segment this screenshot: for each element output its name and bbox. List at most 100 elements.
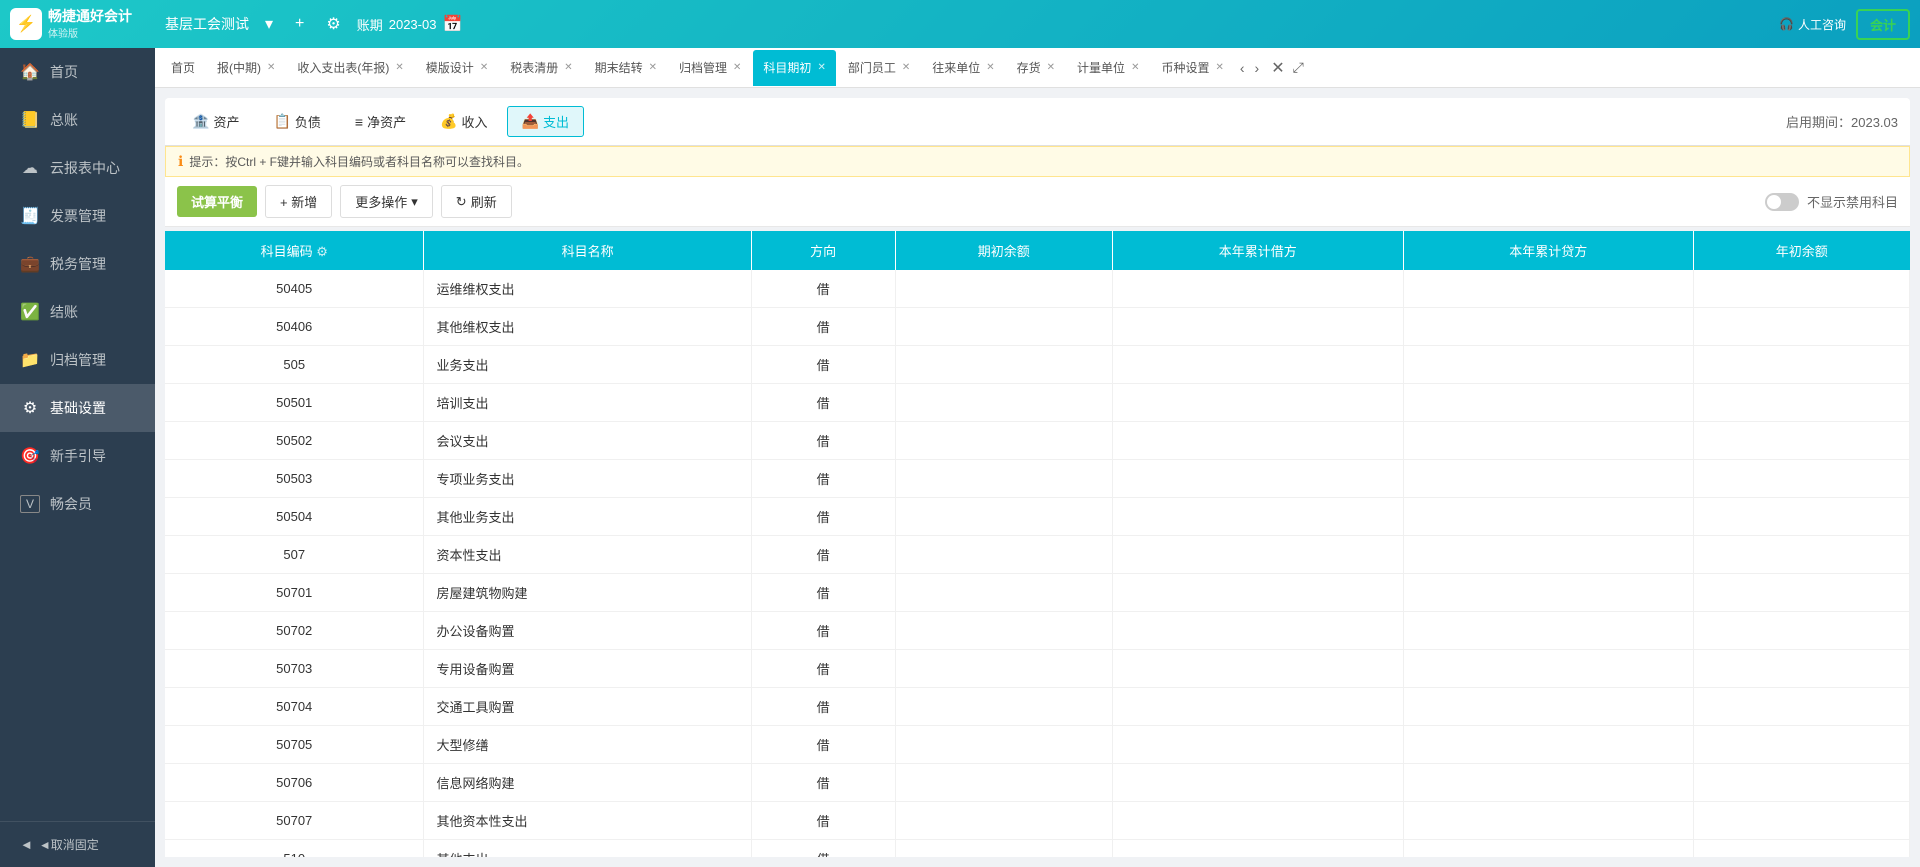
table-row[interactable]: 505 业务支出 借 bbox=[165, 346, 1910, 384]
invoice-icon: 🧾 bbox=[20, 206, 40, 226]
table-row[interactable]: 50406 其他维权支出 借 bbox=[165, 308, 1910, 346]
tab-close-template[interactable]: ✕ bbox=[480, 62, 488, 73]
tab-template[interactable]: 模版设计 ✕ bbox=[416, 50, 498, 86]
tab-close-contacts[interactable]: ✕ bbox=[986, 62, 994, 73]
tab-inventory[interactable]: 存货 ✕ bbox=[1007, 50, 1065, 86]
sidebar-item-archive[interactable]: 📁 归档管理 bbox=[0, 336, 155, 384]
company-dropdown-btn[interactable]: ▾ bbox=[259, 12, 279, 36]
cell-code: 510 bbox=[165, 840, 424, 858]
sidebar-item-guide[interactable]: 🎯 新手引导 bbox=[0, 432, 155, 480]
cell-code: 50705 bbox=[165, 726, 424, 764]
sub-tab-income[interactable]: 💰 收入 bbox=[425, 106, 502, 137]
sidebar-item-ledger[interactable]: 📒 总账 bbox=[0, 96, 155, 144]
cell-dir: 借 bbox=[751, 612, 895, 650]
sidebar-item-tax[interactable]: 💼 税务管理 bbox=[0, 240, 155, 288]
cell-year-opening bbox=[1694, 840, 1910, 858]
refresh-btn[interactable]: ↻ 刷新 bbox=[441, 185, 512, 218]
table-row[interactable]: 50504 其他业务支出 借 bbox=[165, 498, 1910, 536]
tab-next-btn[interactable]: › bbox=[1251, 56, 1264, 80]
tab-close-report-mid[interactable]: ✕ bbox=[267, 62, 275, 73]
tab-report-mid[interactable]: 报(中期) ✕ bbox=[207, 50, 285, 86]
cell-opening-balance bbox=[895, 384, 1112, 422]
cell-opening-balance bbox=[895, 802, 1112, 840]
cell-ytd-credit bbox=[1403, 498, 1694, 536]
tab-close-dept-staff[interactable]: ✕ bbox=[902, 62, 910, 73]
more-ops-btn[interactable]: 更多操作 ▾ bbox=[340, 185, 433, 218]
tab-close-all-btn[interactable]: ✕ bbox=[1265, 56, 1290, 80]
tab-filing[interactable]: 归档管理 ✕ bbox=[669, 50, 751, 86]
tab-subject-init[interactable]: 科目期初 ✕ bbox=[753, 50, 835, 86]
tab-currency[interactable]: 币种设置 ✕ bbox=[1151, 50, 1233, 86]
table-row[interactable]: 50501 培训支出 借 bbox=[165, 384, 1910, 422]
tab-close-subject-init[interactable]: ✕ bbox=[817, 62, 825, 73]
table-row[interactable]: 50701 房屋建筑物购建 借 bbox=[165, 574, 1910, 612]
table-row[interactable]: 50704 交通工具购置 借 bbox=[165, 688, 1910, 726]
cell-code: 50706 bbox=[165, 764, 424, 802]
app-logo-icon: ⚡ bbox=[10, 8, 42, 40]
sub-tab-label-income: 收入 bbox=[462, 112, 488, 131]
add-company-btn[interactable]: + bbox=[289, 13, 310, 35]
tab-close-currency[interactable]: ✕ bbox=[1215, 62, 1223, 73]
sidebar-pin-toggle[interactable]: ◄ ◄取消固定 bbox=[0, 821, 155, 867]
cell-dir: 借 bbox=[751, 574, 895, 612]
table-row[interactable]: 507 资本性支出 借 bbox=[165, 536, 1910, 574]
column-settings-icon[interactable]: ⚙ bbox=[316, 244, 328, 259]
tab-income-annual[interactable]: 收入支出表(年报) ✕ bbox=[287, 50, 413, 86]
tab-home[interactable]: 首页 bbox=[161, 50, 205, 86]
table-row[interactable]: 50707 其他资本性支出 借 bbox=[165, 802, 1910, 840]
cell-opening-balance bbox=[895, 422, 1112, 460]
sidebar-item-reports[interactable]: ☁ 云报表中心 bbox=[0, 144, 155, 192]
calendar-icon[interactable]: 📅 bbox=[442, 14, 462, 34]
tab-tax[interactable]: 税表清册 ✕ bbox=[500, 50, 582, 86]
sidebar-item-invoice[interactable]: 🧾 发票管理 bbox=[0, 192, 155, 240]
service-btn[interactable]: 🎧 人工咨询 bbox=[1779, 16, 1846, 33]
sub-tab-expenditure[interactable]: 📤 支出 bbox=[507, 106, 584, 137]
cell-code: 507 bbox=[165, 536, 424, 574]
tab-close-period-end[interactable]: ✕ bbox=[649, 62, 657, 73]
tab-period-end[interactable]: 期末结转 ✕ bbox=[585, 50, 667, 86]
sidebar-item-member[interactable]: V 畅会员 bbox=[0, 480, 155, 528]
cell-ytd-debit bbox=[1112, 612, 1403, 650]
sub-tab-liability[interactable]: 📋 负债 bbox=[258, 106, 335, 137]
sidebar-label-guide: 新手引导 bbox=[50, 446, 106, 466]
tab-close-unit[interactable]: ✕ bbox=[1131, 62, 1139, 73]
guide-icon: 🎯 bbox=[20, 446, 40, 466]
sub-tab-asset[interactable]: 🏦 资产 bbox=[177, 106, 254, 137]
table-row[interactable]: 50502 会议支出 借 bbox=[165, 422, 1910, 460]
tab-expand-btn[interactable]: ⤢ bbox=[1293, 59, 1304, 76]
th-ytd-debit: 本年累计借方 bbox=[1112, 231, 1403, 270]
disabled-toggle[interactable] bbox=[1765, 193, 1799, 211]
tab-unit[interactable]: 计量单位 ✕ bbox=[1067, 50, 1149, 86]
tab-close-inventory[interactable]: ✕ bbox=[1047, 62, 1055, 73]
sidebar-item-settings[interactable]: ⚙ 基础设置 bbox=[0, 384, 155, 432]
tab-close-filing[interactable]: ✕ bbox=[733, 62, 741, 73]
cell-year-opening bbox=[1694, 612, 1910, 650]
table-row[interactable]: 50705 大型修缮 借 bbox=[165, 726, 1910, 764]
table-row[interactable]: 50703 专用设备购置 借 bbox=[165, 650, 1910, 688]
table-row[interactable]: 50405 运维维权支出 借 bbox=[165, 270, 1910, 308]
account-role-btn[interactable]: 会计 bbox=[1856, 9, 1910, 40]
add-btn[interactable]: + 新增 bbox=[265, 185, 332, 218]
tab-contacts[interactable]: 往来单位 ✕ bbox=[922, 50, 1004, 86]
tab-close-tax[interactable]: ✕ bbox=[564, 62, 572, 73]
sub-tab-net-asset[interactable]: ≡ 净资产 bbox=[340, 106, 421, 137]
table-row[interactable]: 50503 专项业务支出 借 bbox=[165, 460, 1910, 498]
table-row[interactable]: 50702 办公设备购置 借 bbox=[165, 612, 1910, 650]
cell-ytd-debit bbox=[1112, 726, 1403, 764]
tab-close-income-annual[interactable]: ✕ bbox=[395, 62, 403, 73]
table-row[interactable]: 50706 信息网络购建 借 bbox=[165, 764, 1910, 802]
cell-ytd-credit bbox=[1403, 270, 1694, 308]
cell-name: 其他支出 bbox=[424, 840, 751, 858]
tab-dept-staff[interactable]: 部门员工 ✕ bbox=[838, 50, 920, 86]
settings-btn[interactable]: ⚙ bbox=[320, 12, 346, 36]
cell-name: 其他业务支出 bbox=[424, 498, 751, 536]
sidebar-item-closing[interactable]: ✅ 结账 bbox=[0, 288, 155, 336]
sidebar-item-home[interactable]: 🏠 首页 bbox=[0, 48, 155, 96]
balance-btn[interactable]: 试算平衡 bbox=[177, 186, 257, 217]
table-header-row: 科目编码 ⚙ 科目名称 方向 期初余额 本年累计借方 本年累计贷方 年初余额 bbox=[165, 231, 1910, 270]
tab-prev-btn[interactable]: ‹ bbox=[1236, 56, 1249, 80]
home-icon: 🏠 bbox=[20, 62, 40, 82]
table-row[interactable]: 510 其他支出 借 bbox=[165, 840, 1910, 858]
tab-label-dept-staff: 部门员工 bbox=[848, 59, 896, 76]
sidebar: 🏠 首页 📒 总账 ☁ 云报表中心 🧾 发票管理 💼 税务管理 ✅ 结账 📁 归… bbox=[0, 48, 155, 867]
